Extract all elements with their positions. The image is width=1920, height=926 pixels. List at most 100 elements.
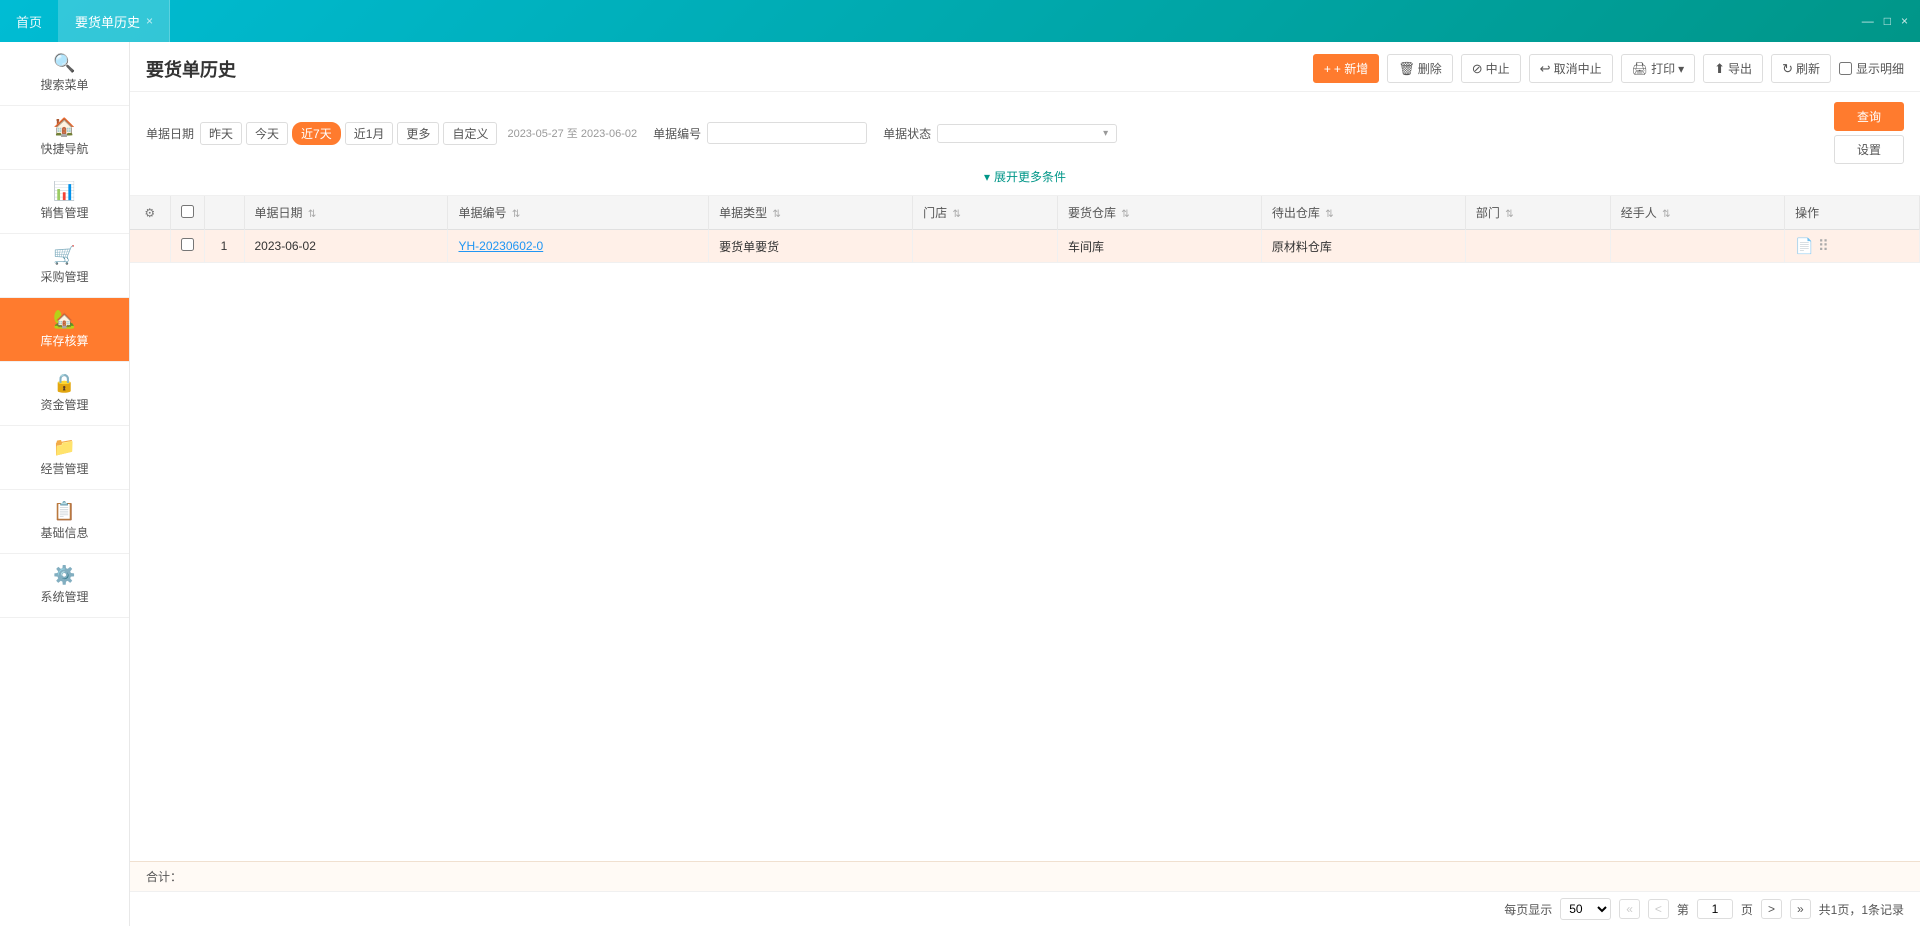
th-num <box>204 196 244 230</box>
th-pend-warehouse[interactable]: 待出仓库 ⇅ <box>1261 196 1465 230</box>
th-dept[interactable]: 部门 ⇅ <box>1465 196 1610 230</box>
status-dropdown-arrow: ▾ <box>1103 128 1108 139</box>
page-header: 要货单历史 + + 新增 🗑 删除 ⊘ 中止 ↩ 取消中止 <box>130 42 1920 92</box>
export-button[interactable]: ⬆ 导出 <box>1703 54 1763 83</box>
refresh-icon: ↻ <box>1782 61 1793 77</box>
th-pend-warehouse-label: 待出仓库 <box>1272 206 1320 220</box>
page-jump-input[interactable] <box>1697 899 1733 919</box>
date-btn-today[interactable]: 今天 <box>246 122 288 145</box>
sidebar-item-purchase[interactable]: 🛒 采购管理 <box>0 234 129 298</box>
row-more-icon[interactable]: ⠿ <box>1818 237 1829 255</box>
export-label: 导出 <box>1728 60 1752 77</box>
th-handler[interactable]: 经手人 ⇅ <box>1610 196 1784 230</box>
th-doctype[interactable]: 单据类型 ⇅ <box>709 196 913 230</box>
window-minimize[interactable]: — <box>1862 14 1874 28</box>
sidebar-item-quick-nav[interactable]: 🏠 快捷导航 <box>0 106 129 170</box>
sidebar-item-finance-label: 资金管理 <box>40 396 88 413</box>
sidebar-item-system[interactable]: ⚙️ 系统管理 <box>0 554 129 618</box>
page-first-button[interactable]: « <box>1619 899 1640 919</box>
basic-info-icon: 📋 <box>53 502 75 520</box>
new-label: + 新增 <box>1334 60 1368 77</box>
docno-filter-input[interactable] <box>707 122 867 144</box>
table-row[interactable]: 1 2023-06-02 YH-20230602-0 要货单要货 车间库 原材料… <box>130 230 1920 263</box>
sidebar-item-inventory-label: 库存核算 <box>40 332 88 349</box>
row-check[interactable] <box>170 230 204 263</box>
th-req-warehouse[interactable]: 要货仓库 ⇅ <box>1057 196 1261 230</box>
sidebar: 🔍 搜索菜单 🏠 快捷导航 📊 销售管理 🛒 采购管理 🏡 库存核算 🔒 资金管… <box>0 42 130 926</box>
row-docno-link[interactable]: YH-20230602-0 <box>458 239 543 253</box>
page-prev-button[interactable]: < <box>1648 899 1669 919</box>
status-dropdown[interactable]: ▾ <box>937 124 1117 143</box>
sidebar-item-basic-info-label: 基础信息 <box>40 524 88 541</box>
toolbar: + + 新增 🗑 删除 ⊘ 中止 ↩ 取消中止 🖨 打印 <box>1313 54 1904 83</box>
total-info: 共1页，1条记录 <box>1819 901 1904 918</box>
th-dept-label: 部门 <box>1476 206 1500 220</box>
date-btn-more[interactable]: 更多 <box>397 122 439 145</box>
new-button[interactable]: + + 新增 <box>1313 54 1379 83</box>
column-settings-icon[interactable]: ⚙ <box>144 206 155 220</box>
stop-icon: ⊘ <box>1472 61 1483 77</box>
sidebar-item-operations[interactable]: 📁 经营管理 <box>0 426 129 490</box>
date-buttons: 昨天 今天 近7天 近1月 更多 自定义 <box>200 122 497 145</box>
stop-label: 中止 <box>1486 60 1510 77</box>
row-docno[interactable]: YH-20230602-0 <box>448 230 709 263</box>
delete-button[interactable]: 🗑 删除 <box>1387 54 1453 83</box>
window-close[interactable]: × <box>1901 14 1908 28</box>
refresh-button[interactable]: ↻ 刷新 <box>1771 54 1831 83</box>
th-date-label: 单据日期 <box>255 206 303 220</box>
row-checkbox[interactable] <box>181 238 194 251</box>
page-next-button[interactable]: > <box>1761 899 1782 919</box>
query-button[interactable]: 查询 <box>1834 102 1904 131</box>
expand-more[interactable]: ▾ 展开更多条件 <box>146 168 1904 185</box>
pagination-bar: 每页显示 10 20 50 100 « < 第 页 > » 共1页，1条记录 <box>130 891 1920 926</box>
sidebar-item-purchase-label: 采购管理 <box>40 268 88 285</box>
print-button[interactable]: 🖨 打印 ▾ <box>1621 54 1696 83</box>
table-header-row: ⚙ 单据日期 ⇅ 单据编号 ⇅ <box>130 196 1920 230</box>
th-date[interactable]: 单据日期 ⇅ <box>244 196 448 230</box>
display-detail-check[interactable]: 显示明细 <box>1839 60 1904 77</box>
display-detail-checkbox[interactable] <box>1839 62 1852 75</box>
th-docno[interactable]: 单据编号 ⇅ <box>448 196 709 230</box>
date-btn-7days[interactable]: 近7天 <box>292 122 341 145</box>
th-doctype-label: 单据类型 <box>719 206 767 220</box>
sales-icon: 📊 <box>53 182 75 200</box>
th-settings[interactable]: ⚙ <box>130 196 170 230</box>
tab-home[interactable]: 首页 <box>0 0 59 42</box>
filter-row-1: 单据日期 昨天 今天 近7天 近1月 更多 自定义 2023-05-27 至 2… <box>146 102 1904 164</box>
sidebar-item-search-menu[interactable]: 🔍 搜索菜单 <box>0 42 129 106</box>
page-size-select[interactable]: 10 20 50 100 <box>1560 898 1611 920</box>
row-settings <box>130 230 170 263</box>
refresh-label: 刷新 <box>1796 60 1820 77</box>
th-check[interactable] <box>170 196 204 230</box>
th-store[interactable]: 门店 ⇅ <box>913 196 1058 230</box>
tab-history[interactable]: 要货单历史 × <box>59 0 170 42</box>
tab-home-label: 首页 <box>16 12 42 31</box>
cancel-stop-label: 取消中止 <box>1554 60 1602 77</box>
cancel-stop-button[interactable]: ↩ 取消中止 <box>1529 54 1613 83</box>
row-action: 📄 ⠿ <box>1785 230 1920 263</box>
date-btn-custom[interactable]: 自定义 <box>443 122 497 145</box>
top-bar: 首页 要货单历史 × — □ × <box>0 0 1920 42</box>
operations-icon: 📁 <box>53 438 75 456</box>
date-btn-yesterday[interactable]: 昨天 <box>200 122 242 145</box>
inventory-icon: 🏡 <box>53 310 75 328</box>
settings-button[interactable]: 设置 <box>1834 135 1904 164</box>
window-maximize[interactable]: □ <box>1884 14 1891 28</box>
select-all-checkbox[interactable] <box>181 205 194 218</box>
tab-history-close[interactable]: × <box>146 14 153 28</box>
row-handler <box>1610 230 1784 263</box>
sidebar-item-basic-info[interactable]: 📋 基础信息 <box>0 490 129 554</box>
sidebar-item-sales[interactable]: 📊 销售管理 <box>0 170 129 234</box>
sidebar-item-inventory[interactable]: 🏡 库存核算 <box>0 298 129 362</box>
page-last-button[interactable]: » <box>1790 899 1811 919</box>
sidebar-item-operations-label: 经营管理 <box>40 460 88 477</box>
filter-area: 单据日期 昨天 今天 近7天 近1月 更多 自定义 2023-05-27 至 2… <box>130 92 1920 196</box>
th-pend-warehouse-sort-icon: ⇅ <box>1325 209 1333 220</box>
row-edit-icon[interactable]: 📄 <box>1795 237 1814 255</box>
stop-button[interactable]: ⊘ 中止 <box>1461 54 1521 83</box>
content-area: 要货单历史 + + 新增 🗑 删除 ⊘ 中止 ↩ 取消中止 <box>130 42 1920 926</box>
th-date-sort-icon: ⇅ <box>308 209 316 220</box>
date-btn-1month[interactable]: 近1月 <box>345 122 394 145</box>
sidebar-item-finance[interactable]: 🔒 资金管理 <box>0 362 129 426</box>
sidebar-item-quick-nav-label: 快捷导航 <box>40 140 88 157</box>
